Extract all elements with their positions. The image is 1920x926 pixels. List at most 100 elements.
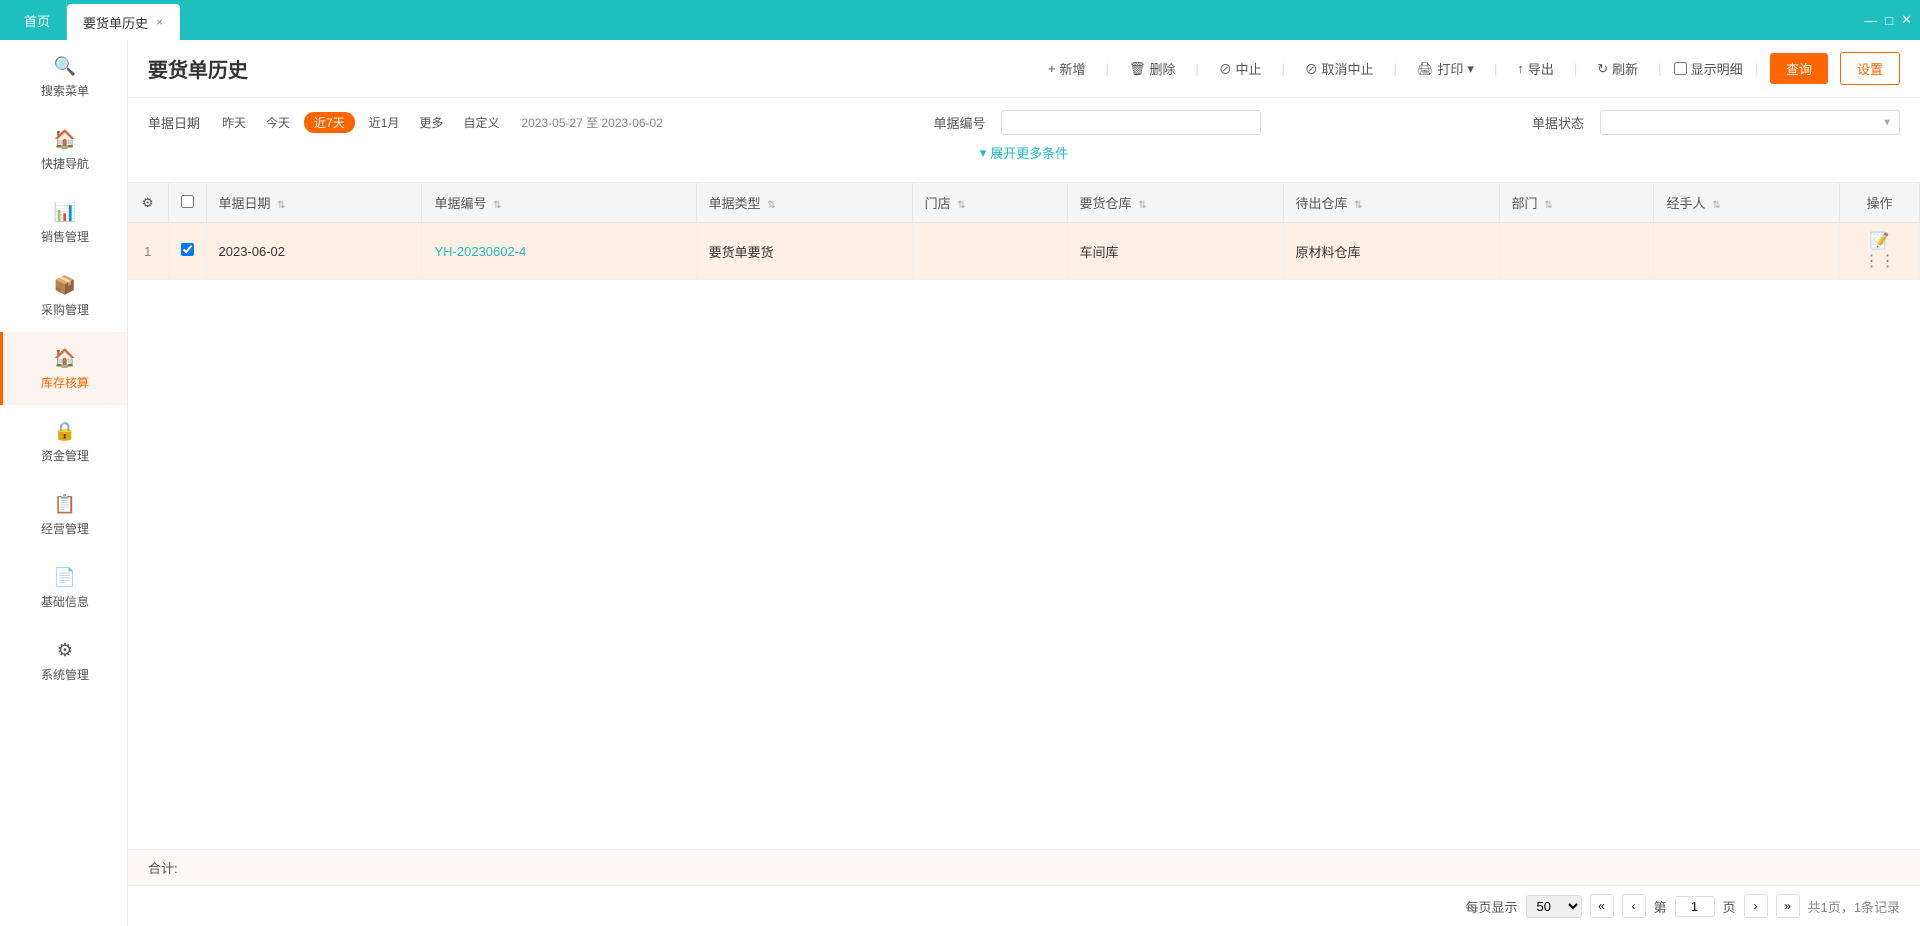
col-date[interactable]: 单据日期 ⇅ bbox=[206, 183, 422, 223]
delete-btn[interactable]: 🗑 删除 bbox=[1121, 55, 1184, 82]
col-doctype[interactable]: 单据类型 ⇅ bbox=[696, 183, 912, 223]
sidebar-item-purchase-mgmt[interactable]: 📦 采购管理 bbox=[0, 259, 127, 332]
new-btn[interactable]: + 新增 bbox=[1040, 55, 1094, 82]
display-detail-checkbox[interactable] bbox=[1674, 62, 1687, 75]
col-checkbox[interactable] bbox=[168, 183, 206, 223]
row-num: 1 bbox=[128, 223, 168, 280]
date-option-yesterday[interactable]: 昨天 bbox=[216, 112, 252, 133]
main-layout: 🔍 搜索菜单 🏠 快捷导航 📊 销售管理 📦 采购管理 🏠 库存核算 🔒 资金管… bbox=[0, 40, 1920, 926]
col-pending-warehouse-sort-icon: ⇅ bbox=[1354, 200, 1362, 211]
stop-btn[interactable]: ⊘ 中止 bbox=[1211, 55, 1270, 82]
expand-label: 展开更多条件 bbox=[990, 143, 1068, 162]
date-label: 单据日期 bbox=[148, 113, 200, 132]
col-dept[interactable]: 部门 ⇅ bbox=[1499, 183, 1654, 223]
select-all-checkbox[interactable] bbox=[181, 195, 194, 208]
status-select[interactable] bbox=[1600, 110, 1900, 135]
window-close-btn[interactable]: ✕ bbox=[1901, 12, 1912, 28]
col-handler[interactable]: 经手人 ⇅ bbox=[1654, 183, 1840, 223]
page-first-btn[interactable]: « bbox=[1590, 894, 1614, 918]
sidebar-item-system-mgmt[interactable]: ⚙ 系统管理 bbox=[0, 624, 127, 697]
row-docno[interactable]: YH-20230602-4 bbox=[422, 223, 696, 280]
row-req-warehouse: 车间库 bbox=[1067, 223, 1283, 280]
sidebar-item-sales-mgmt[interactable]: 📊 销售管理 bbox=[0, 186, 127, 259]
settings-btn[interactable]: 设置 bbox=[1840, 52, 1900, 85]
tab-history-close-icon[interactable]: × bbox=[156, 15, 163, 29]
window-minimize-btn[interactable]: — bbox=[1864, 13, 1877, 28]
sidebar-item-inventory-label: 库存核算 bbox=[41, 374, 89, 391]
table-header-row: ⚙ 单据日期 ⇅ 单据编号 ⇅ bbox=[128, 183, 1920, 223]
page-prev-icon: ‹ bbox=[1632, 899, 1636, 913]
col-ops: 操作 bbox=[1840, 183, 1920, 223]
sidebar-item-quick-nav[interactable]: 🏠 快捷导航 bbox=[0, 113, 127, 186]
col-date-sort-icon: ⇅ bbox=[277, 200, 285, 211]
page-prev-btn[interactable]: ‹ bbox=[1622, 894, 1646, 918]
refresh-btn[interactable]: ↻ 刷新 bbox=[1589, 55, 1646, 82]
query-btn[interactable]: 查询 bbox=[1770, 53, 1828, 84]
date-option-last1m[interactable]: 近1月 bbox=[363, 112, 406, 133]
col-req-warehouse-sort-icon: ⇅ bbox=[1138, 200, 1146, 211]
page-size-select[interactable]: 20 50 100 bbox=[1526, 895, 1582, 918]
divider-2: | bbox=[1195, 61, 1198, 76]
sidebar-item-finance-mgmt[interactable]: 🔒 资金管理 bbox=[0, 405, 127, 478]
page-title: 要货单历史 bbox=[148, 54, 1040, 83]
sidebar-item-basic-info-label: 基础信息 bbox=[41, 593, 89, 610]
row-pending-warehouse: 原材料仓库 bbox=[1283, 223, 1499, 280]
sidebar-item-basic-info[interactable]: 📄 基础信息 bbox=[0, 551, 127, 624]
date-option-custom[interactable]: 自定义 bbox=[457, 112, 505, 133]
print-btn[interactable]: 🖨 打印 ▾ bbox=[1409, 55, 1482, 82]
expand-btn[interactable]: ▾ 展开更多条件 bbox=[980, 143, 1069, 162]
pagination: 每页显示 20 50 100 « ‹ 第 页 › » 共1页，1条记录 bbox=[128, 885, 1920, 926]
row-store bbox=[912, 223, 1067, 280]
tab-home[interactable]: 首页 bbox=[8, 0, 67, 40]
date-option-more[interactable]: 更多 bbox=[413, 112, 449, 133]
cancel-stop-btn[interactable]: ⊘ 取消中止 bbox=[1297, 55, 1382, 82]
col-store[interactable]: 门店 ⇅ bbox=[912, 183, 1067, 223]
print-arrow: ▾ bbox=[1467, 61, 1474, 77]
sidebar-item-search-menu[interactable]: 🔍 搜索菜单 bbox=[0, 40, 127, 113]
page-num-input[interactable] bbox=[1675, 896, 1715, 917]
display-detail-label: 显示明细 bbox=[1691, 59, 1743, 78]
sidebar-item-search-menu-label: 搜索菜单 bbox=[41, 82, 89, 99]
row-edit-icon[interactable]: 📝 bbox=[1870, 233, 1890, 250]
export-btn[interactable]: ↑ 导出 bbox=[1509, 55, 1562, 82]
sidebar-item-quick-nav-label: 快捷导航 bbox=[41, 155, 89, 172]
content-area: 要货单历史 + 新增 | 🗑 删除 | ⊘ 中止 | ⊘ 取消中止 bbox=[128, 40, 1920, 926]
settings-col-icon: ⚙ bbox=[142, 195, 154, 210]
row-checkbox-cell[interactable] bbox=[168, 223, 206, 280]
table-row: 1 2023-06-02 YH-20230602-4 要货单要货 bbox=[128, 223, 1920, 280]
page-size-label: 每页显示 bbox=[1465, 897, 1517, 916]
doc-no-input[interactable] bbox=[1001, 110, 1261, 135]
filter-row-1: 单据日期 昨天 今天 近7天 近1月 更多 自定义 2023-05-27 至 2… bbox=[148, 110, 1900, 135]
page-next-btn[interactable]: › bbox=[1744, 894, 1768, 918]
window-maximize-btn[interactable]: □ bbox=[1885, 13, 1893, 28]
sidebar-item-operation-mgmt[interactable]: 📋 经营管理 bbox=[0, 478, 127, 551]
window-actions: — □ ✕ bbox=[1864, 12, 1912, 28]
page-last-btn[interactable]: » bbox=[1776, 894, 1800, 918]
sidebar-item-operation-mgmt-label: 经营管理 bbox=[41, 520, 89, 537]
col-docno[interactable]: 单据编号 ⇅ bbox=[422, 183, 696, 223]
new-label: 新增 bbox=[1060, 59, 1086, 78]
date-option-last7[interactable]: 近7天 bbox=[304, 112, 355, 133]
col-req-warehouse[interactable]: 要货仓库 ⇅ bbox=[1067, 183, 1283, 223]
display-detail-toggle[interactable]: 显示明细 bbox=[1674, 59, 1743, 78]
col-settings[interactable]: ⚙ bbox=[128, 183, 168, 223]
row-docno-link[interactable]: YH-20230602-4 bbox=[434, 244, 526, 259]
print-label: 打印 bbox=[1437, 59, 1463, 78]
divider-1: | bbox=[1106, 61, 1109, 76]
sidebar-item-sales-mgmt-label: 销售管理 bbox=[41, 228, 89, 245]
divider-4: | bbox=[1394, 61, 1397, 76]
tab-history[interactable]: 要货单历史 × bbox=[67, 4, 180, 40]
date-range: 2023-05-27 至 2023-06-02 bbox=[521, 114, 662, 131]
date-option-today[interactable]: 今天 bbox=[260, 112, 296, 133]
col-handler-label: 经手人 bbox=[1666, 196, 1705, 211]
sidebar-item-inventory[interactable]: 🏠 库存核算 bbox=[0, 332, 127, 405]
delete-label: 删除 bbox=[1149, 59, 1175, 78]
page-last-icon: » bbox=[1784, 899, 1791, 913]
col-req-warehouse-label: 要货仓库 bbox=[1080, 196, 1132, 211]
finance-mgmt-icon: 🔒 bbox=[53, 419, 77, 443]
row-more-icon[interactable]: ⋮⋮ bbox=[1864, 253, 1896, 270]
col-pending-warehouse[interactable]: 待出仓库 ⇅ bbox=[1283, 183, 1499, 223]
system-mgmt-icon: ⚙ bbox=[53, 638, 77, 662]
doc-no-label: 单据编号 bbox=[933, 113, 985, 132]
row-checkbox[interactable] bbox=[181, 243, 194, 256]
